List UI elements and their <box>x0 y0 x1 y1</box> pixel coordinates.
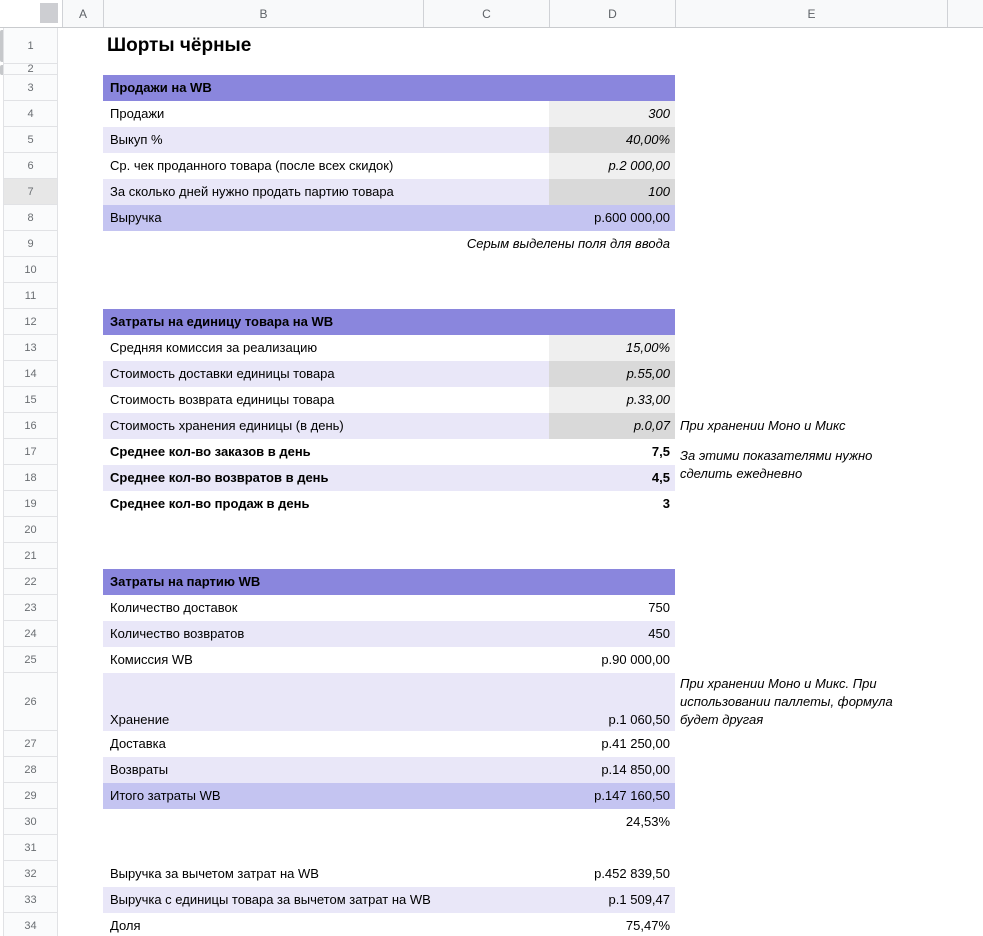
cell-label[interactable]: Стоимость доставки единицы товара <box>103 361 549 387</box>
cell-value[interactable]: р.41 250,00 <box>549 731 675 757</box>
cell-label[interactable]: Ср. чек проданного товара (после всех ск… <box>103 153 549 179</box>
cell-value[interactable]: 24,53% <box>549 809 675 835</box>
cell-label[interactable]: Среднее кол-во возвратов в день <box>103 465 549 491</box>
row-header[interactable]: 13 <box>3 335 58 361</box>
cell-value[interactable]: 750 <box>549 595 675 621</box>
cell-value[interactable]: 3 <box>549 491 675 517</box>
section-header-cell[interactable]: Продажи на WB <box>103 75 675 101</box>
cell-label[interactable]: За сколько дней нужно продать партию тов… <box>103 179 549 205</box>
column-header-extra[interactable] <box>947 0 983 27</box>
row-header[interactable]: 5 <box>3 127 58 153</box>
row-header[interactable]: 2 <box>3 64 58 75</box>
row-header[interactable]: 29 <box>3 783 58 809</box>
cell-value[interactable]: 4,5 <box>549 465 675 491</box>
section-header-cell[interactable]: Затраты на партию WB <box>103 569 675 595</box>
cell-label[interactable]: Доставка <box>103 731 549 757</box>
cell-value[interactable]: 450 <box>549 621 675 647</box>
row-header[interactable]: 17 <box>3 439 58 465</box>
row-header[interactable]: 30 <box>3 809 58 835</box>
row-header[interactable]: 12 <box>3 309 58 335</box>
spreadsheet: A B C D E 1 Шорты чёрные 2 3 Продажи на WB 4 Продаж… <box>0 0 983 936</box>
row-header[interactable]: 4 <box>3 101 58 127</box>
cell-value[interactable]: 300 <box>549 101 675 127</box>
row-header[interactable]: 34 <box>3 913 58 936</box>
row-header[interactable]: 25 <box>3 647 58 673</box>
row-header[interactable]: 3 <box>3 75 58 101</box>
row-header[interactable]: 24 <box>3 621 58 647</box>
cell-value[interactable]: р.55,00 <box>549 361 675 387</box>
cell-label[interactable]: Средняя комиссия за реализацию <box>103 335 549 361</box>
row-header[interactable]: 8 <box>3 205 58 231</box>
side-note-cell[interactable]: За этими показателями нужно сделить ежед… <box>680 439 895 491</box>
cell-value[interactable]: 15,00% <box>549 335 675 361</box>
column-header-a[interactable]: A <box>62 0 103 27</box>
cell-label[interactable]: Выкуп % <box>103 127 549 153</box>
cell-label[interactable]: Выручка с единицы товара за вычетом затр… <box>103 887 549 913</box>
cell-label[interactable]: Продажи <box>103 101 549 127</box>
cell-value[interactable]: р.600 000,00 <box>549 205 675 231</box>
cell-value[interactable]: р.452 839,50 <box>549 861 675 887</box>
cell-label[interactable]: Стоимость возврата единицы товара <box>103 387 549 413</box>
cell-value[interactable]: р.1 060,50 <box>549 673 675 731</box>
row-header[interactable]: 14 <box>3 361 58 387</box>
cell-label[interactable]: Комиссия WB <box>103 647 549 673</box>
row-header[interactable]: 26 <box>3 673 58 731</box>
row-header[interactable]: 31 <box>3 835 58 861</box>
cell-label[interactable]: Среднее кол-во продаж в день <box>103 491 549 517</box>
row-header[interactable]: 33 <box>3 887 58 913</box>
row-header[interactable]: 19 <box>3 491 58 517</box>
cell-label[interactable]: Итого затраты WB <box>103 783 549 809</box>
row-header[interactable]: 6 <box>3 153 58 179</box>
row-header[interactable]: 18 <box>3 465 58 491</box>
row-header[interactable]: 28 <box>3 757 58 783</box>
cell-value[interactable]: р.0,07 <box>549 413 675 439</box>
cell-value[interactable]: 40,00% <box>549 127 675 153</box>
cell-label[interactable]: Возвраты <box>103 757 549 783</box>
cell-label[interactable]: Выручка за вычетом затрат на WB <box>103 861 549 887</box>
cell-label[interactable]: Выручка <box>103 205 549 231</box>
row-header[interactable]: 21 <box>3 543 58 569</box>
row-header[interactable]: 7 <box>3 179 58 205</box>
cell-value[interactable]: р.1 509,47 <box>549 887 675 913</box>
legend-note-cell[interactable]: Серым выделены поля для ввода <box>103 231 675 257</box>
column-header-e[interactable]: E <box>675 0 947 27</box>
cell-label[interactable]: Доля <box>103 913 549 936</box>
side-note-cell[interactable]: При хранении Моно и Микс. При использова… <box>680 673 895 731</box>
column-header-d[interactable]: D <box>549 0 675 27</box>
section-header-cell[interactable]: Затраты на единицу товара на WB <box>103 309 675 335</box>
row-header[interactable]: 22 <box>3 569 58 595</box>
cell-value[interactable]: р.90 000,00 <box>549 647 675 673</box>
row-header[interactable]: 16 <box>3 413 58 439</box>
cell-label[interactable]: Хранение <box>103 673 549 731</box>
row-header[interactable]: 1 <box>3 28 58 64</box>
cell-label[interactable]: Количество доставок <box>103 595 549 621</box>
cell-value[interactable]: р.33,00 <box>549 387 675 413</box>
cell-value[interactable]: р.147 160,50 <box>549 783 675 809</box>
row-header[interactable]: 11 <box>3 283 58 309</box>
row-header[interactable]: 32 <box>3 861 58 887</box>
cell-label[interactable]: Количество возвратов <box>103 621 549 647</box>
row-header[interactable]: 23 <box>3 595 58 621</box>
cell-value[interactable]: р.14 850,00 <box>549 757 675 783</box>
row-header[interactable]: 10 <box>3 257 58 283</box>
select-all-button[interactable] <box>40 3 58 23</box>
cell-value[interactable]: 75,47% <box>549 913 675 936</box>
cell-value[interactable]: р.2 000,00 <box>549 153 675 179</box>
column-header-c[interactable]: C <box>423 0 549 27</box>
side-note-cell[interactable]: При хранении Моно и Микс <box>680 413 895 439</box>
cell-label[interactable]: Среднее кол-во заказов в день <box>103 439 549 465</box>
cell-value[interactable]: 7,5 <box>549 439 675 465</box>
column-header-b[interactable]: B <box>103 0 423 27</box>
cell-value[interactable]: 100 <box>549 179 675 205</box>
cell-label[interactable]: Стоимость хранения единицы (в день) <box>103 413 549 439</box>
sheet-title-cell[interactable]: Шорты чёрные <box>103 28 523 64</box>
row-header[interactable]: 20 <box>3 517 58 543</box>
cell-label[interactable] <box>103 809 549 835</box>
row-header[interactable]: 9 <box>3 231 58 257</box>
row-header[interactable]: 27 <box>3 731 58 757</box>
row-header[interactable]: 15 <box>3 387 58 413</box>
